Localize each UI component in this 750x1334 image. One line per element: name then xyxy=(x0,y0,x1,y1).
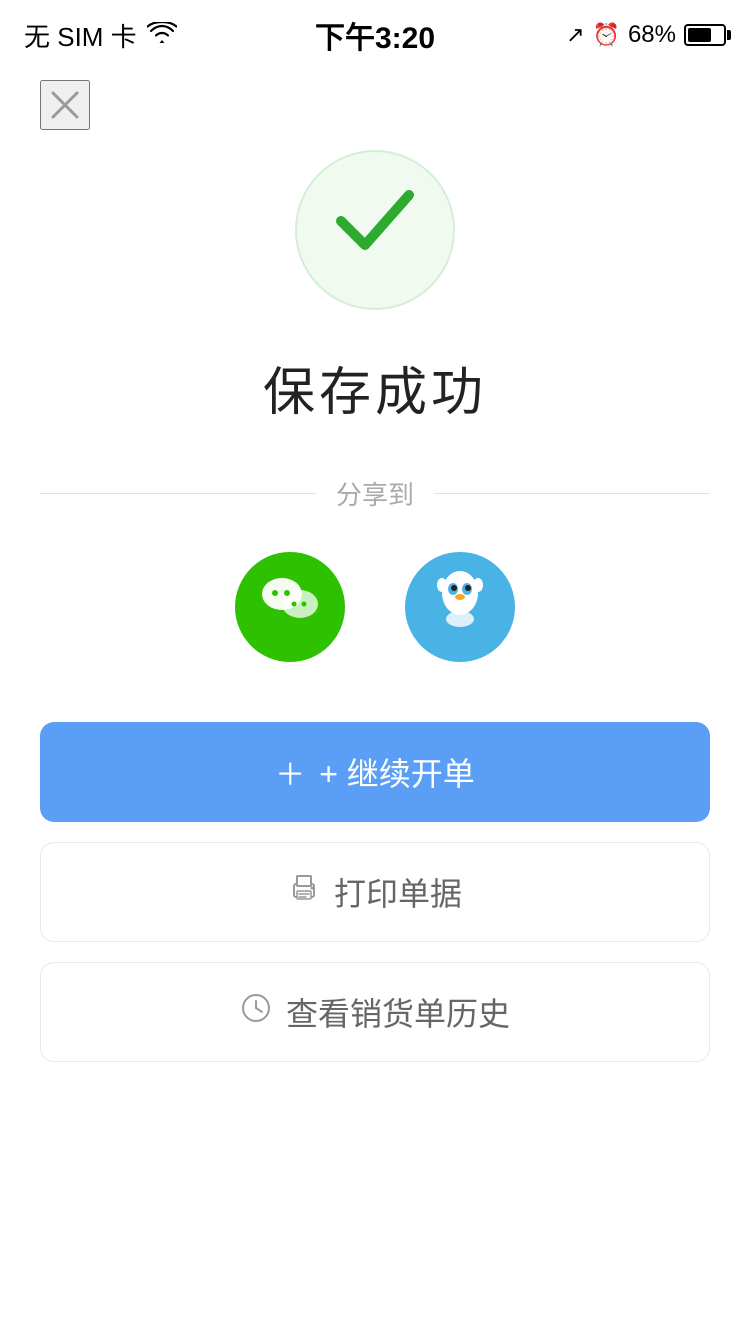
divider-line-left xyxy=(40,493,316,494)
qq-share-button[interactable] xyxy=(405,552,515,662)
share-divider: 分享到 xyxy=(40,475,710,512)
plus-icon: ＋ xyxy=(275,750,305,794)
close-button[interactable] xyxy=(40,80,90,130)
alarm-icon: ⏰ xyxy=(593,22,620,48)
qq-icon xyxy=(431,569,489,646)
carrier-text: 无 SIM 卡 xyxy=(24,17,137,54)
wifi-icon xyxy=(147,20,177,51)
print-icon xyxy=(288,872,320,912)
battery-percent: 68% xyxy=(628,21,676,49)
success-title: 保存成功 xyxy=(263,350,487,425)
success-circle xyxy=(295,150,455,310)
action-buttons: ＋ + 继续开单 打印单据 xyxy=(40,722,710,1062)
print-label: 打印单据 xyxy=(334,869,462,915)
checkmark-icon xyxy=(335,186,415,266)
share-label: 分享到 xyxy=(316,475,434,512)
location-icon: ↗ xyxy=(566,22,584,48)
history-button[interactable]: 查看销货单历史 xyxy=(40,962,710,1062)
status-time: 下午3:20 xyxy=(315,13,435,57)
clock-icon xyxy=(240,992,272,1032)
battery-icon xyxy=(684,24,726,46)
continue-label: + 继续开单 xyxy=(319,749,475,795)
wechat-icon xyxy=(260,574,320,641)
divider-line-right xyxy=(434,493,710,494)
main-content: 保存成功 分享到 xyxy=(0,60,750,1102)
continue-button[interactable]: ＋ + 继续开单 xyxy=(40,722,710,822)
print-button[interactable]: 打印单据 xyxy=(40,842,710,942)
wechat-share-button[interactable] xyxy=(235,552,345,662)
close-icon xyxy=(49,89,81,121)
share-icons-row xyxy=(235,552,515,662)
status-carrier: 无 SIM 卡 xyxy=(24,17,177,54)
status-indicators: ↗ ⏰ 68% xyxy=(566,21,726,49)
history-label: 查看销货单历史 xyxy=(286,989,510,1035)
status-bar: 无 SIM 卡 下午3:20 ↗ ⏰ 68% xyxy=(0,0,750,60)
